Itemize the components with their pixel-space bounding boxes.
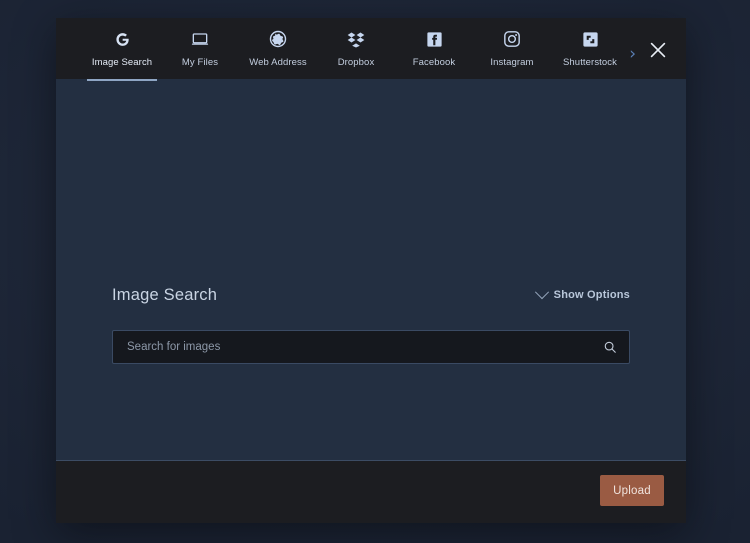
chevron-down-icon <box>534 285 549 300</box>
tab-instagram[interactable]: Instagram <box>473 18 551 79</box>
search-field-wrapper <box>112 330 630 364</box>
tab-facebook[interactable]: Facebook <box>395 18 473 79</box>
tab-label: Dropbox <box>337 57 375 68</box>
image-search-panel: Image Search Show Options <box>112 285 630 364</box>
tab-label: Image Search <box>91 57 153 68</box>
source-tab-bar: Image Search My Files Web Address Dropbo… <box>56 18 686 79</box>
tab-image-search[interactable]: Image Search <box>83 18 161 79</box>
tab-web-address[interactable]: Web Address <box>239 18 317 79</box>
show-options-toggle[interactable]: Show Options <box>534 285 630 301</box>
search-icon[interactable] <box>600 331 620 363</box>
modal-footer: Upload <box>56 460 686 523</box>
tab-shutterstock[interactable]: Shutterstock <box>551 18 629 79</box>
active-tab-indicator <box>87 79 157 81</box>
facebook-icon <box>425 26 444 52</box>
tab-label: My Files <box>181 57 219 68</box>
upload-button[interactable]: Upload <box>600 475 664 506</box>
page-title: Image Search <box>112 286 218 304</box>
tab-label: Facebook <box>412 57 456 68</box>
dropbox-icon <box>346 26 366 52</box>
search-input[interactable] <box>113 331 629 363</box>
google-g-icon <box>113 26 132 52</box>
tab-label: Web Address <box>249 57 307 68</box>
shutterstock-icon <box>581 26 600 52</box>
panel-header: Image Search Show Options <box>112 285 630 310</box>
modal-content-area: Image Search Show Options <box>56 79 686 460</box>
instagram-icon <box>502 26 522 52</box>
chevron-right-icon[interactable]: › <box>629 46 636 63</box>
tab-label: Instagram <box>490 57 534 68</box>
tab-my-files[interactable]: My Files <box>161 18 239 79</box>
tab-label: Shutterstock <box>562 57 617 68</box>
laptop-icon <box>190 26 210 52</box>
tab-dropbox[interactable]: Dropbox <box>317 18 395 79</box>
image-upload-modal: Image Search My Files Web Address Dropbo… <box>56 18 686 523</box>
show-options-label: Show Options <box>553 289 630 301</box>
close-icon[interactable] <box>647 39 669 61</box>
globe-icon <box>268 26 288 52</box>
